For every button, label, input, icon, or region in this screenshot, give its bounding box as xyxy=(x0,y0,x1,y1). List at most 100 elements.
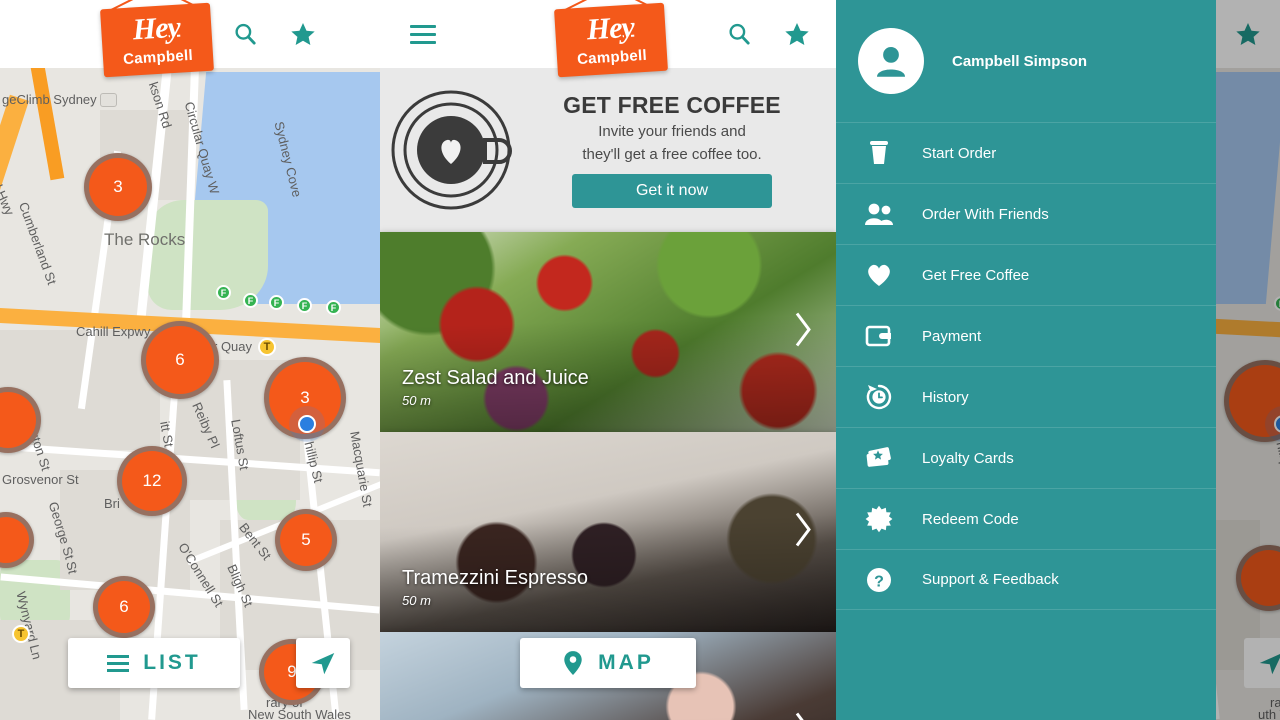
drawer-item-get-free-coffee[interactable]: Get Free Coffee xyxy=(836,244,1216,305)
menu-button[interactable] xyxy=(394,0,452,68)
my-location-dot xyxy=(298,415,316,433)
hamburger-icon xyxy=(410,24,436,44)
avatar xyxy=(858,28,924,94)
search-button[interactable] xyxy=(710,0,768,68)
map-cluster-marker[interactable]: 6 xyxy=(93,576,155,638)
chevron-right-icon[interactable] xyxy=(792,710,814,720)
map-street-label: Cahill Expwy xyxy=(76,324,151,339)
dimmed-background-screen[interactable]: F F hillip St Macquarie St rary of uth W… xyxy=(1216,0,1280,720)
svg-text:?: ? xyxy=(874,573,884,590)
map-street-label: Grosvenor St xyxy=(2,472,79,487)
loyalty-cards-icon xyxy=(836,445,922,471)
map-poi-camera-icon xyxy=(100,93,117,107)
promo-copy: GET FREE COFFEE Invite your friends and … xyxy=(530,92,836,208)
venue-card-inner xyxy=(380,432,836,632)
drawer-item-redeem-code[interactable]: Redeem Code xyxy=(836,488,1216,549)
favourites-button[interactable] xyxy=(768,0,826,68)
star-icon xyxy=(785,23,809,45)
map-pin-icon xyxy=(564,651,582,675)
coffee-cup-heart-icon xyxy=(391,90,512,210)
drawer-item-label: Support & Feedback xyxy=(922,571,1059,588)
map-train-stop-icon[interactable]: T xyxy=(12,625,30,643)
free-coffee-promo: GET FREE COFFEE Invite your friends and … xyxy=(380,68,836,232)
venue-name: Zest Salad and Juice xyxy=(402,367,589,389)
search-icon xyxy=(235,23,256,45)
map-ferry-stop-icon[interactable]: F xyxy=(297,298,312,313)
list-button-label: LIST xyxy=(143,651,201,674)
map-cluster-marker[interactable]: 6 xyxy=(141,321,219,399)
user-avatar-icon xyxy=(877,47,905,77)
favourites-button[interactable] xyxy=(274,0,332,68)
chevron-right-icon[interactable] xyxy=(792,510,814,555)
drawer-item-label: Get Free Coffee xyxy=(922,266,1030,284)
get-it-now-button[interactable]: Get it now xyxy=(572,173,772,208)
drawer-item-loyalty-cards[interactable]: Loyalty Cards xyxy=(836,427,1216,488)
drawer-item-label: Order With Friends xyxy=(922,205,1049,223)
promo-line-1: Invite your friends and xyxy=(598,123,746,141)
map-street-label: Bri xyxy=(104,496,120,511)
venue-card-inner xyxy=(380,232,836,432)
navigation-drawer-panel: Campbell Simpson Start Order Order With F… xyxy=(836,0,1216,720)
drawer-item-history[interactable]: History xyxy=(836,366,1216,427)
venue-distance: 50 m xyxy=(402,393,431,408)
drawer-item-label: Loyalty Cards xyxy=(922,449,1014,467)
map-button-label: MAP xyxy=(598,651,654,674)
drawer-item-order-with-friends[interactable]: Order With Friends xyxy=(836,183,1216,244)
map-cluster-marker[interactable]: 5 xyxy=(275,509,337,571)
drawer-item-label: Payment xyxy=(922,327,982,345)
wallet-icon xyxy=(836,324,922,348)
promo-cup-illustration xyxy=(380,84,530,216)
venue-card[interactable]: Zest Salad and Juice 50 m xyxy=(380,232,836,432)
map-canvas[interactable]: geClimb SydneyThe Rocksadfield HwyCumber… xyxy=(0,0,380,720)
venue-photo-scrim xyxy=(380,232,836,432)
map-cluster-marker[interactable]: 12 xyxy=(117,446,187,516)
map-ferry-stop-icon[interactable]: F xyxy=(243,293,258,308)
list-view-button[interactable]: LIST xyxy=(68,638,240,688)
navigation-arrow-icon xyxy=(311,653,335,675)
drawer-item-payment[interactable]: Payment xyxy=(836,305,1216,366)
map-road-ramp xyxy=(29,59,65,181)
map-street-label: New South Wales xyxy=(248,707,351,720)
venue-photo-scrim xyxy=(380,432,836,632)
navigation-drawer: Campbell Simpson Start Order Order With F… xyxy=(836,0,1216,720)
promo-title: GET FREE COFFEE xyxy=(563,92,781,119)
drawer-item-label: History xyxy=(922,388,969,406)
map-street-label: The Rocks xyxy=(104,230,186,249)
map-street-label: Cumberland St xyxy=(15,200,60,287)
drawer-item-support-feedback[interactable]: ? Support & Feedback xyxy=(836,549,1216,610)
starburst-icon xyxy=(836,505,922,533)
map-street-label: geClimb Sydney xyxy=(2,92,97,107)
coffee-cup-icon xyxy=(836,139,922,167)
venue-name: Tramezzini Espresso xyxy=(402,567,588,589)
venue-card[interactable]: Tramezzini Espresso 50 m xyxy=(380,432,836,632)
list-app-bar xyxy=(380,0,836,68)
promo-line-2: they'll get a free coffee too. xyxy=(582,145,762,163)
drawer-menu-list: Start Order Order With Friends Get Free Co… xyxy=(836,122,1216,610)
drawer-profile-header[interactable]: Campbell Simpson xyxy=(836,0,1216,122)
drawer-user-name: Campbell Simpson xyxy=(952,52,1088,70)
map-street-label: hillip St xyxy=(301,440,327,485)
chevron-right-icon[interactable] xyxy=(792,310,814,355)
question-mark-icon: ? xyxy=(836,566,922,594)
map-screen-panel: geClimb SydneyThe Rocksadfield HwyCumber… xyxy=(0,0,380,720)
map-cluster-marker[interactable]: 3 xyxy=(84,153,152,221)
locate-me-button[interactable] xyxy=(296,638,350,688)
search-button[interactable] xyxy=(216,0,274,68)
scrim-overlay[interactable] xyxy=(1216,0,1280,720)
map-ferry-stop-icon[interactable]: F xyxy=(216,285,231,300)
map-view-button[interactable]: MAP xyxy=(520,638,696,688)
venue-list-panel: GET FREE COFFEE Invite your friends and … xyxy=(380,0,836,720)
drawer-item-label: Redeem Code xyxy=(922,510,1019,528)
list-icon xyxy=(107,654,130,672)
map-ferry-stop-icon[interactable]: F xyxy=(326,300,341,315)
venue-distance: 50 m xyxy=(402,593,431,608)
map-app-bar xyxy=(0,0,380,68)
app-screenshot: geClimb SydneyThe Rocksadfield HwyCumber… xyxy=(0,0,1280,720)
search-icon xyxy=(729,23,750,45)
map-ferry-stop-icon[interactable]: F xyxy=(269,295,284,310)
heart-icon xyxy=(836,262,922,288)
drawer-item-label: Start Order xyxy=(922,144,997,162)
map-street-label: r Quay xyxy=(213,339,253,354)
drawer-item-start-order[interactable]: Start Order xyxy=(836,122,1216,183)
map-train-stop-icon[interactable]: T xyxy=(258,338,276,356)
